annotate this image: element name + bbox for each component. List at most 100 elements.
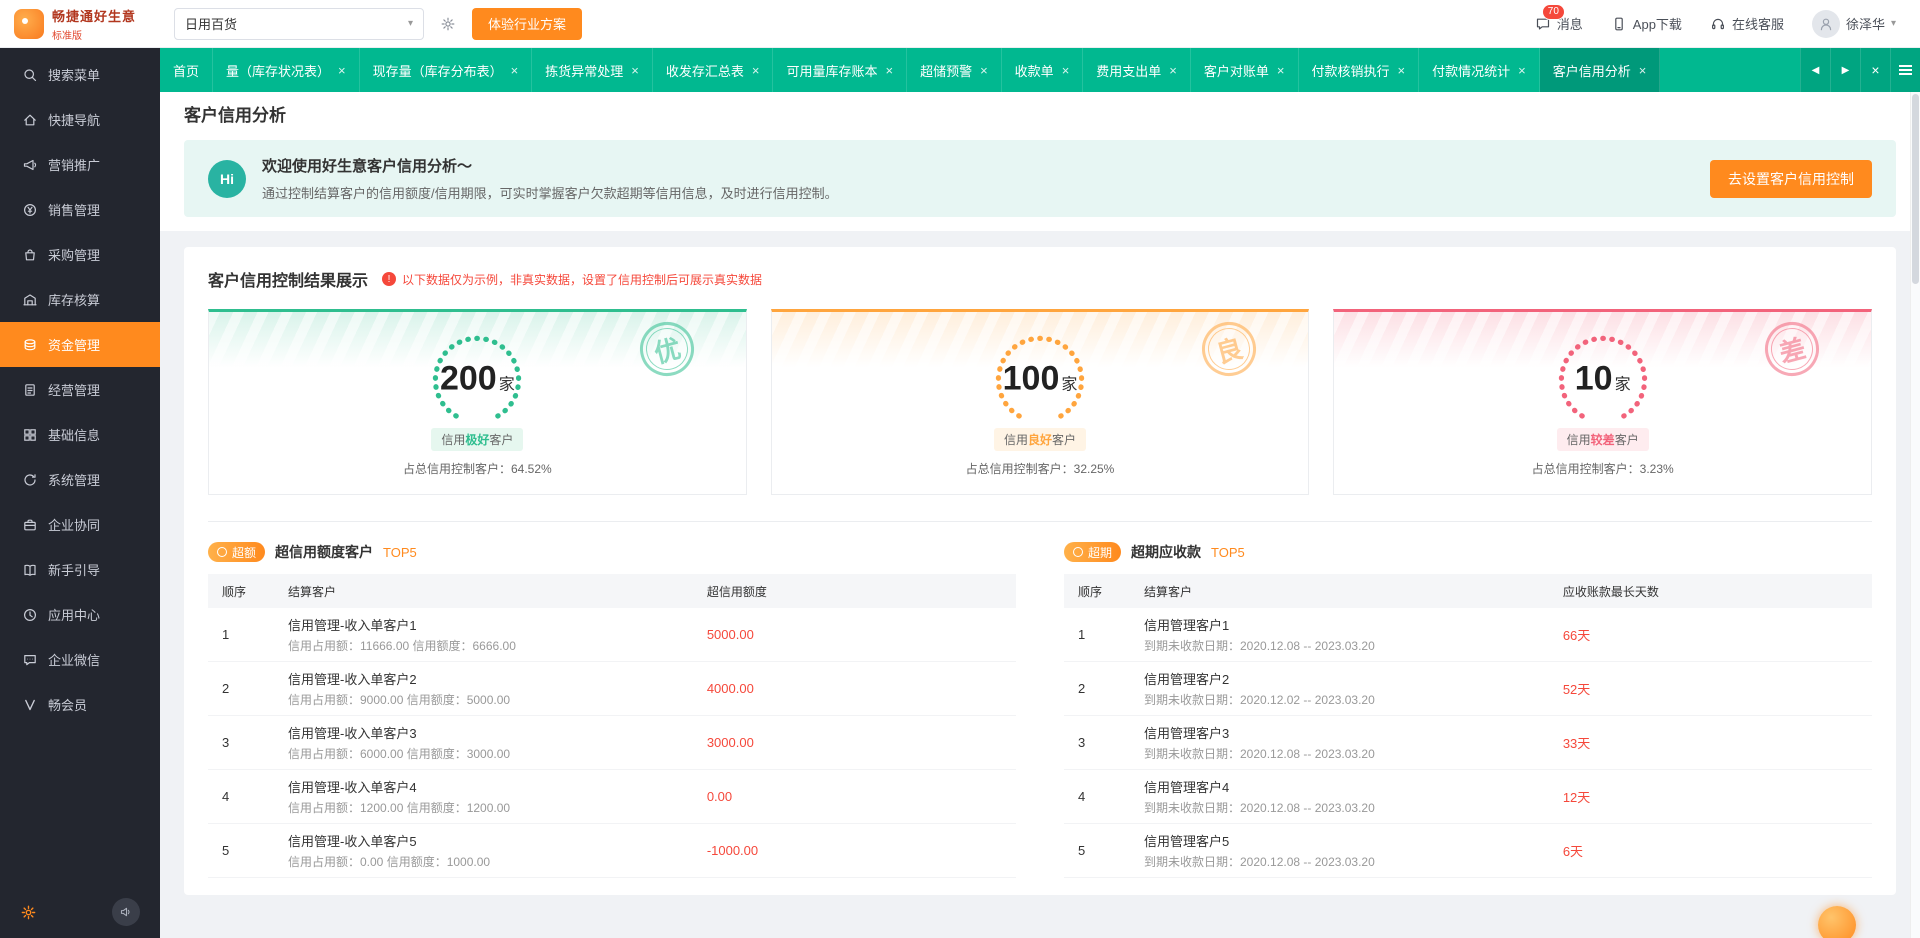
stamp-good: 良 xyxy=(1196,315,1263,383)
top5-label: TOP5 xyxy=(1211,544,1245,560)
sidebar-item-search-menu[interactable]: 搜索菜单 xyxy=(0,52,160,97)
tab-payment-writeoff[interactable]: 付款核销执行 × xyxy=(1299,48,1420,92)
chevron-down-icon: ▾ xyxy=(407,18,413,29)
user-menu[interactable]: 徐泽华 ▾ xyxy=(1811,9,1896,38)
sidebar-item-label: 采购管理 xyxy=(48,248,101,263)
table-row[interactable]: 2 信用管理客户2 到期未收款日期：2020.12.02 -- 2023.03.2… xyxy=(1064,661,1872,716)
tab-home[interactable]: 首页 xyxy=(160,48,214,92)
over-limit-value: 3000.00 xyxy=(692,715,1016,770)
tab-close-icon[interactable]: × xyxy=(1169,64,1177,77)
sidebar-item-operations[interactable]: 经营管理 xyxy=(0,367,160,412)
phone-icon xyxy=(1611,16,1627,32)
over-limit-value: 5000.00 xyxy=(692,608,1016,662)
online-service-button[interactable]: 在线客服 xyxy=(1710,14,1784,33)
tab-close-icon[interactable]: × xyxy=(1518,64,1526,77)
tab-close-icon[interactable]: × xyxy=(885,64,893,77)
customer-name: 信用管理客户2 xyxy=(1144,672,1230,687)
table-row[interactable]: 4 信用管理-收入单客户4 信用占用额：1200.00 信用额度：1200.00 … xyxy=(208,769,1016,824)
sidebar-item-sales[interactable]: 销售管理 xyxy=(0,187,160,232)
tab-close-icon[interactable]: × xyxy=(1398,64,1406,77)
close-all-tabs-icon[interactable]: × xyxy=(1860,48,1890,92)
tab-available-stock-ledger[interactable]: 可用量库存账本 × xyxy=(773,48,908,92)
trial-plan-button[interactable]: 体验行业方案 xyxy=(472,7,583,40)
app-download-button[interactable]: App下载 xyxy=(1611,14,1682,33)
announcement-horn-icon[interactable] xyxy=(112,898,140,926)
tab-receipt-dispatch-summary[interactable]: 收发存汇总表 × xyxy=(653,48,774,92)
messages-button[interactable]: 70 消息 xyxy=(1535,4,1583,33)
tab-close-icon[interactable]: × xyxy=(1277,64,1285,77)
top5-label: TOP5 xyxy=(383,544,417,560)
table-row[interactable]: 4 信用管理客户4 到期未收款日期：2020.12.08 -- 2023.03.2… xyxy=(1064,769,1872,824)
floating-assistant-button[interactable] xyxy=(1818,906,1856,938)
settings-gear-icon[interactable] xyxy=(440,16,456,32)
tab-label: 客户对账单 xyxy=(1203,63,1269,79)
tab-payment-stats[interactable]: 付款情况统计 × xyxy=(1419,48,1540,92)
tab-scroll-right-icon[interactable]: ▶ xyxy=(1830,48,1860,92)
table-row[interactable]: 5 信用管理客户5 到期未收款日期：2020.12.08 -- 2023.03.2… xyxy=(1064,823,1872,878)
welcome-banner: Hi 欢迎使用好生意客户信用分析～ 通过控制结算客户的信用额度/信用期限，可实时… xyxy=(184,140,1896,217)
megaphone-icon xyxy=(23,159,37,170)
clock-icon xyxy=(23,608,37,621)
tab-menu-icon[interactable] xyxy=(1890,48,1920,92)
tab-close-icon[interactable]: × xyxy=(752,64,760,77)
tab-overstock-alert[interactable]: 超储预警 × xyxy=(907,48,1002,92)
industry-select[interactable]: 日用百货 ▾ xyxy=(174,7,424,40)
search-icon xyxy=(24,68,37,81)
tab-close-icon[interactable]: × xyxy=(1062,64,1070,77)
table-row[interactable]: 1 信用管理客户1 到期未收款日期：2020.12.08 -- 2023.03.2… xyxy=(1064,608,1872,662)
sidebar-item-funds[interactable]: 资金管理 xyxy=(0,322,160,367)
tab-scroll-left-icon[interactable]: ◀ xyxy=(1800,48,1830,92)
sidebar-item-quick-nav[interactable]: 快捷导航 xyxy=(0,97,160,142)
scrollbar-thumb[interactable] xyxy=(1912,94,1919,284)
overdue-days-value: 52天 xyxy=(1548,661,1872,716)
tab-close-icon[interactable]: × xyxy=(631,64,639,77)
stamp-excellent: 优 xyxy=(633,315,700,383)
tab-stock-distribution-report[interactable]: 现存量（库存分布表） × xyxy=(360,48,533,92)
overdue-days-value: 66天 xyxy=(1548,608,1872,662)
table-row[interactable]: 3 信用管理客户3 到期未收款日期：2020.12.08 -- 2023.03.2… xyxy=(1064,715,1872,770)
table-row[interactable]: 5 信用管理-收入单客户5 信用占用额：0.00 信用额度：1000.00 -10… xyxy=(208,823,1016,878)
customer-detail: 到期未收款日期：2020.12.08 -- 2023.03.20 xyxy=(1144,747,1375,761)
sidebar-item-system[interactable]: 系统管理 xyxy=(0,457,160,502)
sidebar-item-label: 企业协同 xyxy=(48,518,101,533)
tab-picking-exception[interactable]: 拣货异常处理 × xyxy=(532,48,653,92)
sidebar-item-label: 基础信息 xyxy=(48,428,101,443)
warehouse-icon xyxy=(23,293,37,305)
tab-close-icon[interactable]: × xyxy=(511,64,519,77)
table-row[interactable]: 3 信用管理-收入单客户3 信用占用额：6000.00 信用额度：3000.00 … xyxy=(208,715,1016,770)
column-header: 顺序 xyxy=(1064,574,1130,608)
customer-detail: 信用占用额：9000.00 信用额度：5000.00 xyxy=(288,693,511,707)
sidebar-item-label: 营销推广 xyxy=(48,158,101,173)
tab-customer-statement[interactable]: 客户对账单 × xyxy=(1191,48,1299,92)
tab-customer-credit-analysis[interactable]: 客户信用分析 × xyxy=(1539,48,1661,92)
tab-label: 客户信用分析 xyxy=(1552,63,1631,79)
sidebar-item-wechat[interactable]: 企业微信 xyxy=(0,637,160,682)
table-row[interactable]: 2 信用管理-收入单客户2 信用占用额：9000.00 信用额度：5000.00 … xyxy=(208,661,1016,716)
sidebar-item-app-center[interactable]: 应用中心 xyxy=(0,592,160,637)
grid-icon xyxy=(24,428,36,441)
sidebar-item-member[interactable]: 畅会员 xyxy=(0,682,160,727)
sidebar-settings-gear-icon[interactable] xyxy=(20,904,37,921)
sidebar-item-marketing[interactable]: 营销推广 xyxy=(0,142,160,187)
tab-close-icon[interactable]: × xyxy=(1639,64,1647,77)
table-row[interactable]: 1 信用管理-收入单客户1 信用占用额：11666.00 信用额度：6666.00… xyxy=(208,608,1016,662)
sidebar-item-procurement[interactable]: 采购管理 xyxy=(0,232,160,277)
sidebar-item-label: 搜索菜单 xyxy=(48,68,101,83)
vertical-scrollbar[interactable] xyxy=(1910,92,1920,938)
setup-credit-control-button[interactable]: 去设置客户信用控制 xyxy=(1710,159,1872,198)
customer-detail: 信用占用额：1200.00 信用额度：1200.00 xyxy=(288,801,511,815)
sidebar-item-inventory[interactable]: 库存核算 xyxy=(0,277,160,322)
home-icon xyxy=(24,114,36,125)
sidebar-item-collaboration[interactable]: 企业协同 xyxy=(0,502,160,547)
tab-expense-voucher[interactable]: 费用支出单 × xyxy=(1083,48,1191,92)
overdue-days-value: 6天 xyxy=(1548,823,1872,878)
sidebar-item-beginner-guide[interactable]: 新手引导 xyxy=(0,547,160,592)
tab-close-icon[interactable]: × xyxy=(980,64,988,77)
customer-detail: 到期未收款日期：2020.12.02 -- 2023.03.20 xyxy=(1144,693,1375,707)
tab-bar: 首页 量（库存状况表） × 现存量（库存分布表） × 拣货异常处理 × 收发存汇总表 ×… xyxy=(160,48,1920,92)
tab-inventory-status-report[interactable]: 量（库存状况表） × xyxy=(213,48,360,92)
stat-card-excellent-credit: 优 200 家 信用极好客户 占总信用控制客户：64.52% xyxy=(208,309,747,495)
tab-receipt-voucher[interactable]: 收款单 × xyxy=(1002,48,1084,92)
tab-close-icon[interactable]: × xyxy=(338,64,346,77)
sidebar-item-base-info[interactable]: 基础信息 xyxy=(0,412,160,457)
